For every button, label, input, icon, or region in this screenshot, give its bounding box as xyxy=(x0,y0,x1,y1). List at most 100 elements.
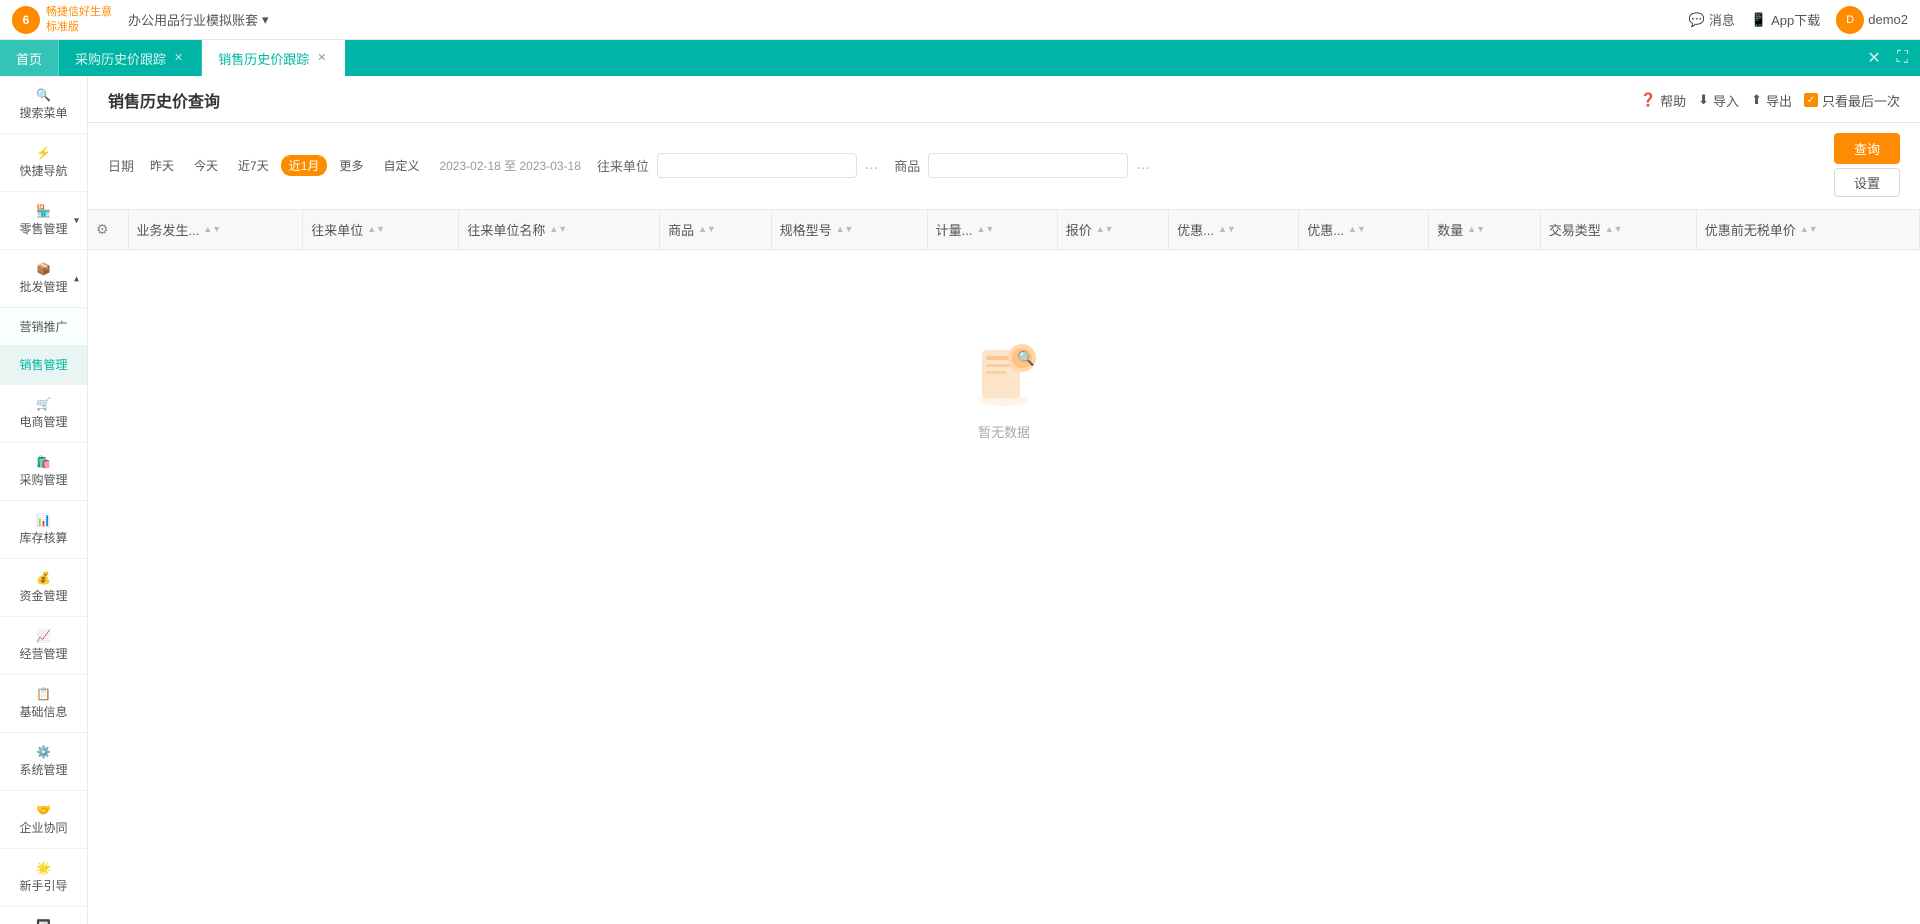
only-last-checkbox[interactable]: ✓ xyxy=(1804,93,1818,107)
th-partner-code[interactable]: 往来单位 ▲▼ xyxy=(303,210,459,250)
date-opt-today[interactable]: 今天 xyxy=(186,155,226,176)
th-discount2[interactable]: 优惠... ▲▼ xyxy=(1299,210,1429,250)
header-left: 6 畅捷信好生意 标准版 办公用品行业模拟账套 ▾ xyxy=(12,5,277,34)
sidebar-item-retail[interactable]: 🏪 零售管理 xyxy=(0,192,87,250)
th-spec[interactable]: 规格型号 ▲▼ xyxy=(771,210,927,250)
sort-arrows-spec: ▲▼ xyxy=(836,225,854,234)
sidebar-item-finance[interactable]: 💰 资金管理 xyxy=(0,559,87,617)
th-partner-name[interactable]: 往来单位名称 ▲▼ xyxy=(459,210,660,250)
table-area: ⚙ 业务发生... ▲▼ 往来单位 ▲▼ xyxy=(88,210,1920,924)
goods-input[interactable] xyxy=(928,153,1128,178)
sidebar-item-system[interactable]: ⚙️ 系统管理 xyxy=(0,733,87,791)
empty-state: 🔍 暂无数据 xyxy=(88,250,1920,521)
export-button[interactable]: ⬆ 导出 xyxy=(1751,91,1792,110)
sidebar-item-retail-label: 零售管理 xyxy=(19,220,67,237)
system-icon: ⚙️ xyxy=(36,745,51,759)
message-button[interactable]: 💬 消息 xyxy=(1689,10,1735,29)
avatar-initial: D xyxy=(1846,14,1854,26)
only-last-checkbox-label[interactable]: ✓ 只看最后一次 xyxy=(1804,91,1900,110)
th-partner-code-label: 往来单位 xyxy=(311,220,363,239)
th-discount1[interactable]: 优惠... ▲▼ xyxy=(1169,210,1299,250)
filter-row: 日期 昨天 今天 近7天 近1月 更多 自定义 2023-02-18 至 202… xyxy=(108,133,1900,197)
page-title: 销售历史价查询 xyxy=(108,88,220,112)
sidebar-item-enterprise-label: 企业协同 xyxy=(19,819,67,836)
sidebar-item-basic[interactable]: 📋 基础信息 xyxy=(0,675,87,733)
tab-purchase-history[interactable]: 采购历史价跟踪 ✕ xyxy=(59,40,202,76)
help-icon: ❓ xyxy=(1640,92,1656,108)
sidebar-item-search[interactable]: 🔍 搜索菜单 xyxy=(0,76,87,134)
empty-icon: 🔍 xyxy=(964,330,1044,410)
wholesale-icon: 📦 xyxy=(36,262,51,276)
main-layout: 🔍 搜索菜单 ⚡ 快捷导航 🏪 零售管理 📦 批发管理 营销推广 销售管理 🛒 … xyxy=(0,76,1920,924)
tab-purchase-history-close[interactable]: ✕ xyxy=(172,51,185,66)
user-menu[interactable]: D demo2 xyxy=(1836,6,1908,34)
inventory-icon: 📊 xyxy=(36,513,51,527)
sidebar-item-marketing[interactable]: 营销推广 xyxy=(0,308,87,346)
goods-dots[interactable]: ... xyxy=(1136,156,1149,174)
ecommerce-icon: 🛒 xyxy=(36,397,51,411)
newbie-icon: 🌟 xyxy=(36,861,51,875)
partner-dots[interactable]: ... xyxy=(865,156,878,174)
help-button[interactable]: ❓ 帮助 xyxy=(1640,91,1686,110)
th-goods-label: 商品 xyxy=(668,220,694,239)
th-trade-type[interactable]: 交易类型 ▲▼ xyxy=(1540,210,1696,250)
sidebar-item-purchase-label: 采购管理 xyxy=(19,471,67,488)
avatar: D xyxy=(1836,6,1864,34)
th-biz-date-label: 业务发生... xyxy=(137,220,200,239)
sidebar-item-enterprise[interactable]: 🤝 企业协同 xyxy=(0,791,87,849)
page-header: 销售历史价查询 ❓ 帮助 ⬇ 导入 ⬆ 导出 ✓ xyxy=(88,76,1920,123)
tab-sales-history-label: 销售历史价跟踪 xyxy=(218,49,309,68)
data-table: ⚙ 业务发生... ▲▼ 往来单位 ▲▼ xyxy=(88,210,1920,250)
sidebar-item-newbie[interactable]: 🌟 新手引导 xyxy=(0,849,87,907)
query-button[interactable]: 查询 xyxy=(1834,133,1900,164)
sidebar-item-wholesale[interactable]: 📦 批发管理 xyxy=(0,250,87,308)
import-label: 导入 xyxy=(1713,91,1739,110)
sidebar-item-purchase[interactable]: 🛍️ 采购管理 xyxy=(0,443,87,501)
date-opt-custom[interactable]: 自定义 xyxy=(375,155,427,176)
sidebar-item-quick[interactable]: ⚡ 快捷导航 xyxy=(0,134,87,192)
th-partner-name-label: 往来单位名称 xyxy=(467,220,545,239)
th-quantity[interactable]: 数量 ▲▼ xyxy=(1429,210,1540,250)
sidebar-item-operations[interactable]: 📈 经营管理 xyxy=(0,617,87,675)
export-label: 导出 xyxy=(1766,91,1792,110)
sort-arrows-partner-code: ▲▼ xyxy=(367,225,385,234)
tab-sales-history[interactable]: 销售历史价跟踪 ✕ xyxy=(202,40,345,76)
retail-icon: 🏪 xyxy=(36,204,51,218)
th-pretax-price[interactable]: 优惠前无税单价 ▲▼ xyxy=(1696,210,1919,250)
th-quote[interactable]: 报价 ▲▼ xyxy=(1057,210,1168,250)
sidebar-item-newbie-label: 新手引导 xyxy=(19,877,67,894)
app-selector[interactable]: 办公用品行业模拟账套 ▾ xyxy=(120,6,277,33)
app-download-button[interactable]: 📱 App下载 xyxy=(1751,10,1820,29)
partner-filter-group: 往来单位 ... xyxy=(597,153,878,178)
sidebar-item-sales-mgmt[interactable]: 销售管理 xyxy=(0,346,87,384)
page-title-row: 销售历史价查询 ❓ 帮助 ⬇ 导入 ⬆ 导出 ✓ xyxy=(108,88,1900,122)
close-window-button[interactable]: ✕ xyxy=(1863,44,1884,72)
date-opt-last7[interactable]: 近7天 xyxy=(230,155,277,176)
sidebar-item-apps[interactable]: 🔲 应用中心 xyxy=(0,907,87,924)
sidebar-item-ecommerce[interactable]: 🛒 电商管理 xyxy=(0,385,87,443)
settings-button[interactable]: 设置 xyxy=(1834,168,1900,197)
sidebar: 🔍 搜索菜单 ⚡ 快捷导航 🏪 零售管理 📦 批发管理 营销推广 销售管理 🛒 … xyxy=(0,76,88,924)
sidebar-item-inventory[interactable]: 📊 库存核算 xyxy=(0,501,87,559)
sidebar-item-operations-label: 经营管理 xyxy=(19,645,67,662)
th-unit[interactable]: 计量... ▲▼ xyxy=(927,210,1057,250)
sidebar-item-inventory-label: 库存核算 xyxy=(19,529,67,546)
th-trade-type-label: 交易类型 xyxy=(1549,220,1601,239)
tab-sales-history-close[interactable]: ✕ xyxy=(315,51,328,66)
date-opt-more[interactable]: 更多 xyxy=(331,155,371,176)
date-opt-yesterday[interactable]: 昨天 xyxy=(142,155,182,176)
th-settings[interactable]: ⚙ xyxy=(88,210,128,250)
tab-home[interactable]: 首页 xyxy=(0,40,59,76)
th-biz-date[interactable]: 业务发生... ▲▼ xyxy=(128,210,303,250)
sort-arrows-goods: ▲▼ xyxy=(698,225,716,234)
sidebar-item-search-label: 搜索菜单 xyxy=(19,104,67,121)
partner-input[interactable] xyxy=(657,153,857,178)
only-last-text: 只看最后一次 xyxy=(1822,91,1900,110)
th-goods[interactable]: 商品 ▲▼ xyxy=(660,210,771,250)
sort-arrows-trade-type: ▲▼ xyxy=(1605,225,1623,234)
date-opt-1month[interactable]: 近1月 xyxy=(281,155,328,176)
import-button[interactable]: ⬇ 导入 xyxy=(1698,91,1739,110)
apps-icon: 🔲 xyxy=(36,919,51,924)
fullscreen-button[interactable]: ⛶ xyxy=(1893,45,1912,71)
tab-purchase-history-label: 采购历史价跟踪 xyxy=(75,49,166,68)
